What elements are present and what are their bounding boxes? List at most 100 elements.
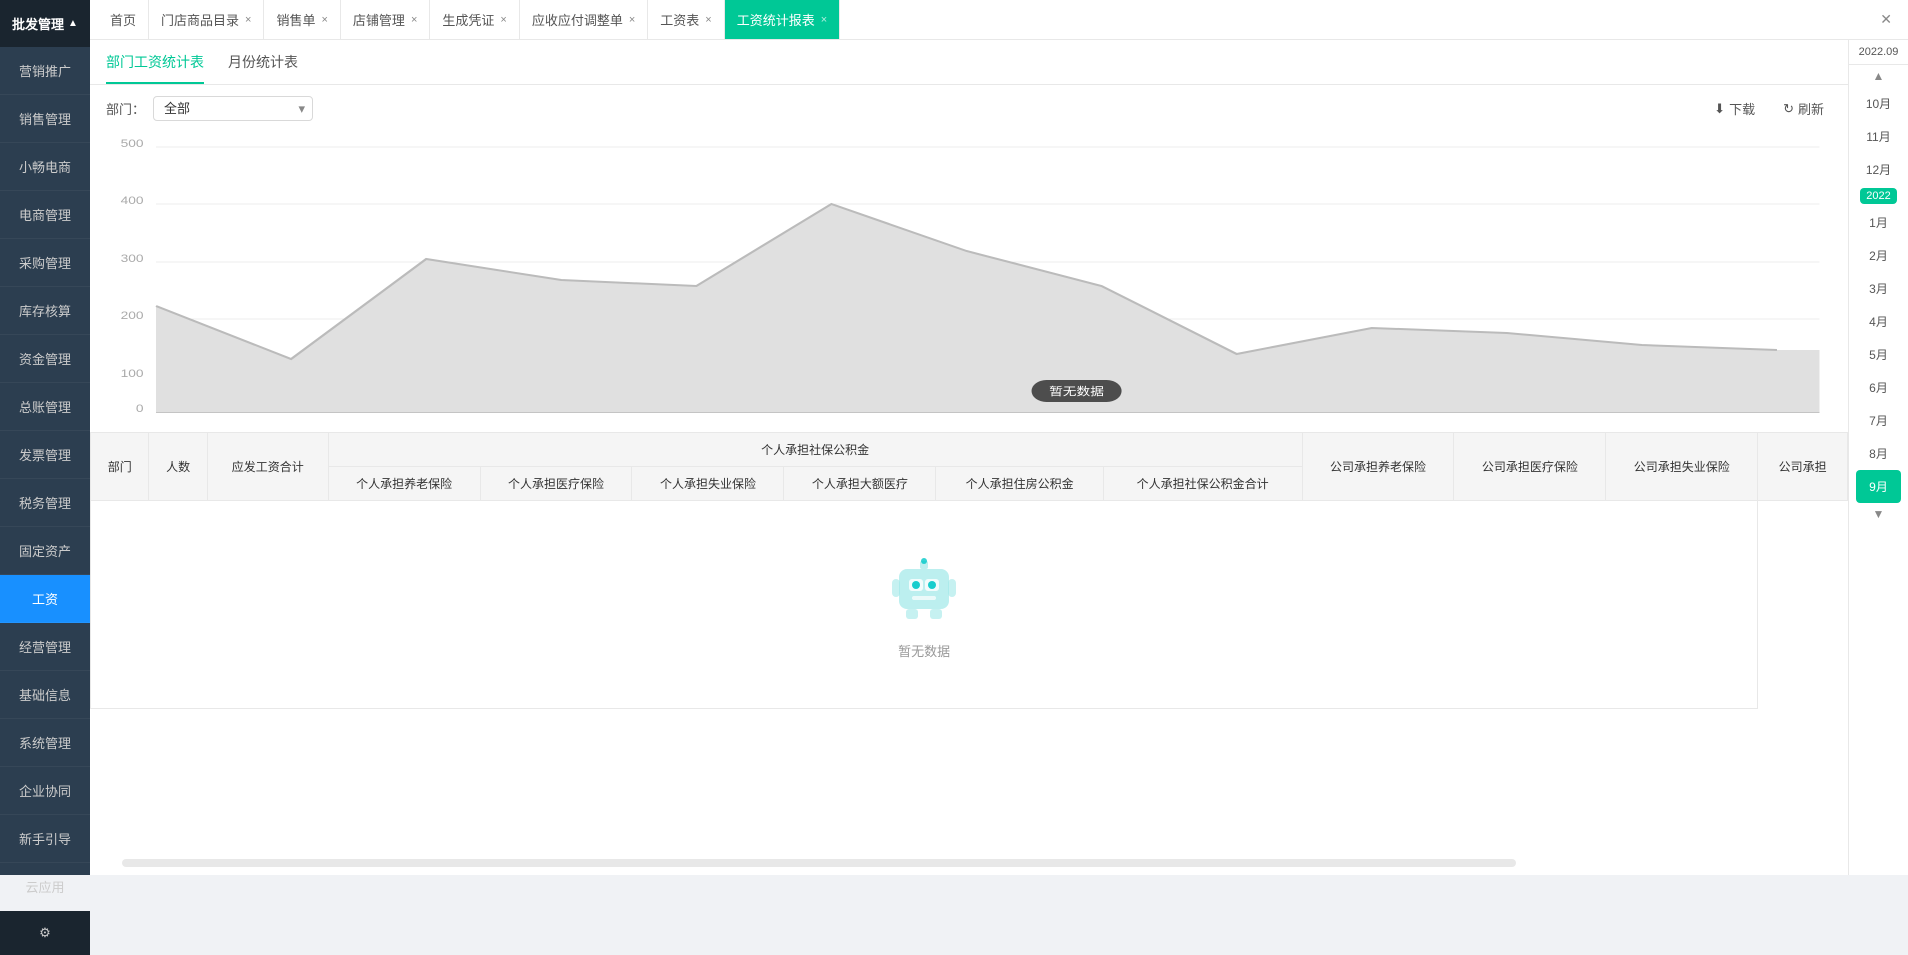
- tab-bar: 首页门店商品目录×销售单×店铺管理×生成凭证×应收应付调整单×工资表×工资统计报…: [90, 0, 1908, 40]
- svg-text:500: 500: [121, 137, 144, 149]
- refresh-button[interactable]: ↻ 刷新: [1775, 95, 1832, 122]
- empty-text: 暂无数据: [898, 641, 950, 660]
- date-month-3月[interactable]: 3月: [1856, 272, 1900, 305]
- col-count: 人数: [149, 433, 207, 501]
- tab-首页[interactable]: 首页: [98, 0, 149, 40]
- tab-销售单[interactable]: 销售单×: [264, 0, 340, 40]
- sidebar: 批发管理 ▲ 营销推广销售管理小畅电商电商管理采购管理库存核算资金管理总账管理发…: [0, 0, 90, 875]
- sidebar-title: 批发管理: [12, 14, 64, 33]
- date-month-2月[interactable]: 2月: [1856, 239, 1900, 272]
- chart-container: 500 400 300 200 100 0: [106, 132, 1832, 432]
- toolbar-right: ⬇ 下载 ↻ 刷新: [1706, 95, 1832, 122]
- table-empty-row: 暂无数据: [91, 501, 1758, 709]
- chart-area: 500 400 300 200 100 0: [90, 132, 1848, 432]
- date-month-1月[interactable]: 1月: [1856, 206, 1900, 239]
- sidebar-item-新手引导[interactable]: 新手引导: [0, 815, 90, 863]
- col-company-unemployment: 公司承担失业保险: [1606, 433, 1758, 501]
- tab-应收应付调整单[interactable]: 应收应付调整单×: [520, 0, 648, 40]
- tab-close-工资表[interactable]: ×: [705, 14, 711, 26]
- date-panel-close-button[interactable]: 2022.09: [1849, 40, 1908, 65]
- toolbar: 部门： 全部 ⬇ 下载 ↻ 刷新: [90, 85, 1848, 132]
- sidebar-item-营销推广[interactable]: 营销推广: [0, 47, 90, 95]
- refresh-icon: ↻: [1783, 101, 1794, 117]
- col-group-personal: 个人承担社保公积金: [328, 433, 1302, 467]
- content-area: 部门工资统计表 月份统计表 部门： 全部 ⬇ 下载: [90, 40, 1908, 875]
- svg-text:300: 300: [121, 252, 144, 264]
- table-scrollbar[interactable]: [90, 851, 1848, 875]
- sidebar-arrow-icon: ▲: [68, 18, 78, 29]
- table-wrapper[interactable]: 部门 人数 应发工资合计 个人承担社保公积金 公司承担养老保险 公司承担医疗保险…: [90, 432, 1848, 851]
- tab-close-店铺管理[interactable]: ×: [411, 14, 417, 26]
- col-personal-housing: 个人承担住房公积金: [936, 467, 1104, 501]
- col-personal-large-medical: 个人承担大额医疗: [784, 467, 936, 501]
- svg-text:100: 100: [121, 367, 144, 379]
- tab-close-工资统计报表[interactable]: ×: [821, 14, 827, 26]
- sidebar-item-系统管理[interactable]: 系统管理: [0, 719, 90, 767]
- tab-close-应收应付调整单[interactable]: ×: [629, 14, 635, 26]
- col-personal-medical: 个人承担医疗保险: [480, 467, 632, 501]
- sidebar-item-销售管理[interactable]: 销售管理: [0, 95, 90, 143]
- tab-生成凭证[interactable]: 生成凭证×: [430, 0, 519, 40]
- date-month-6月[interactable]: 6月: [1856, 371, 1900, 404]
- download-button[interactable]: ⬇ 下载: [1706, 95, 1763, 122]
- sidebar-item-电商管理[interactable]: 电商管理: [0, 191, 90, 239]
- sidebar-settings[interactable]: ⚙: [0, 911, 90, 955]
- date-year-2022: 2022: [1860, 188, 1896, 204]
- col-company-pension: 公司承担养老保险: [1302, 433, 1454, 501]
- col-dept: 部门: [91, 433, 149, 501]
- dept-select-wrap[interactable]: 全部: [153, 96, 313, 121]
- download-label: 下载: [1729, 99, 1755, 118]
- tab-close-门店商品目录[interactable]: ×: [245, 14, 251, 26]
- col-personal-unemployment: 个人承担失业保险: [632, 467, 784, 501]
- sidebar-item-资金管理[interactable]: 资金管理: [0, 335, 90, 383]
- sidebar-item-发票管理[interactable]: 发票管理: [0, 431, 90, 479]
- sidebar-item-经营管理[interactable]: 经营管理: [0, 623, 90, 671]
- date-panel: 2022.09 ▲ 10月11月12月 2022 1月2月3月4月5月6月7月8月9…: [1848, 40, 1908, 875]
- date-month-11月[interactable]: 11月: [1856, 120, 1900, 153]
- dept-select[interactable]: 全部: [153, 96, 313, 121]
- sidebar-item-库存核算[interactable]: 库存核算: [0, 287, 90, 335]
- sidebar-item-固定资产[interactable]: 固定资产: [0, 527, 90, 575]
- sidebar-item-小畅电商[interactable]: 小畅电商: [0, 143, 90, 191]
- tab-工资统计报表[interactable]: 工资统计报表×: [725, 0, 840, 40]
- data-table: 部门 人数 应发工资合计 个人承担社保公积金 公司承担养老保险 公司承担医疗保险…: [90, 432, 1848, 709]
- col-personal-pension: 个人承担养老保险: [328, 467, 480, 501]
- svg-text:0: 0: [136, 402, 144, 414]
- col-company-medical: 公司承担医疗保险: [1454, 433, 1606, 501]
- toolbar-left: 部门： 全部: [106, 96, 313, 121]
- dept-label: 部门：: [106, 99, 145, 118]
- tab-工资表[interactable]: 工资表×: [648, 0, 724, 40]
- svg-text:暂无数据: 暂无数据: [1049, 384, 1104, 397]
- sidebar-item-企业协同[interactable]: 企业协同: [0, 767, 90, 815]
- date-nav-up[interactable]: ▲: [1869, 65, 1889, 87]
- tab-店铺管理[interactable]: 店铺管理×: [341, 0, 430, 40]
- date-month-5月[interactable]: 5月: [1856, 338, 1900, 371]
- date-month-7月[interactable]: 7月: [1856, 404, 1900, 437]
- date-nav-down[interactable]: ▼: [1869, 503, 1889, 525]
- date-panel-year-label: 2022.09: [1859, 46, 1899, 58]
- refresh-label: 刷新: [1798, 99, 1824, 118]
- main-area: 首页门店商品目录×销售单×店铺管理×生成凭证×应收应付调整单×工资表×工资统计报…: [90, 0, 1908, 875]
- sidebar-item-采购管理[interactable]: 采购管理: [0, 239, 90, 287]
- tab-门店商品目录[interactable]: 门店商品目录×: [149, 0, 264, 40]
- sidebar-header[interactable]: 批发管理 ▲: [0, 0, 90, 47]
- sidebar-item-总账管理[interactable]: 总账管理: [0, 383, 90, 431]
- svg-text:400: 400: [121, 194, 144, 206]
- tab-close-生成凭证[interactable]: ×: [500, 14, 506, 26]
- date-month-12月[interactable]: 12月: [1856, 153, 1900, 186]
- tab-close-销售单[interactable]: ×: [321, 14, 327, 26]
- table-section: 部门 人数 应发工资合计 个人承担社保公积金 公司承担养老保险 公司承担医疗保险…: [90, 432, 1848, 875]
- tab-dept-salary[interactable]: 部门工资统计表: [106, 52, 204, 84]
- col-personal-total: 个人承担社保公积金合计: [1103, 467, 1302, 501]
- date-month-9月[interactable]: 9月: [1856, 470, 1900, 503]
- close-window-button[interactable]: ✕: [1872, 7, 1900, 32]
- sidebar-item-税务管理[interactable]: 税务管理: [0, 479, 90, 527]
- date-month-4月[interactable]: 4月: [1856, 305, 1900, 338]
- sidebar-item-工资[interactable]: 工资: [0, 575, 90, 623]
- date-month-10月[interactable]: 10月: [1856, 87, 1900, 120]
- sidebar-item-基础信息[interactable]: 基础信息: [0, 671, 90, 719]
- date-month-8月[interactable]: 8月: [1856, 437, 1900, 470]
- empty-state: 暂无数据: [101, 509, 1747, 700]
- sidebar-item-云应用[interactable]: 云应用: [0, 863, 90, 911]
- tab-monthly[interactable]: 月份统计表: [228, 52, 298, 84]
